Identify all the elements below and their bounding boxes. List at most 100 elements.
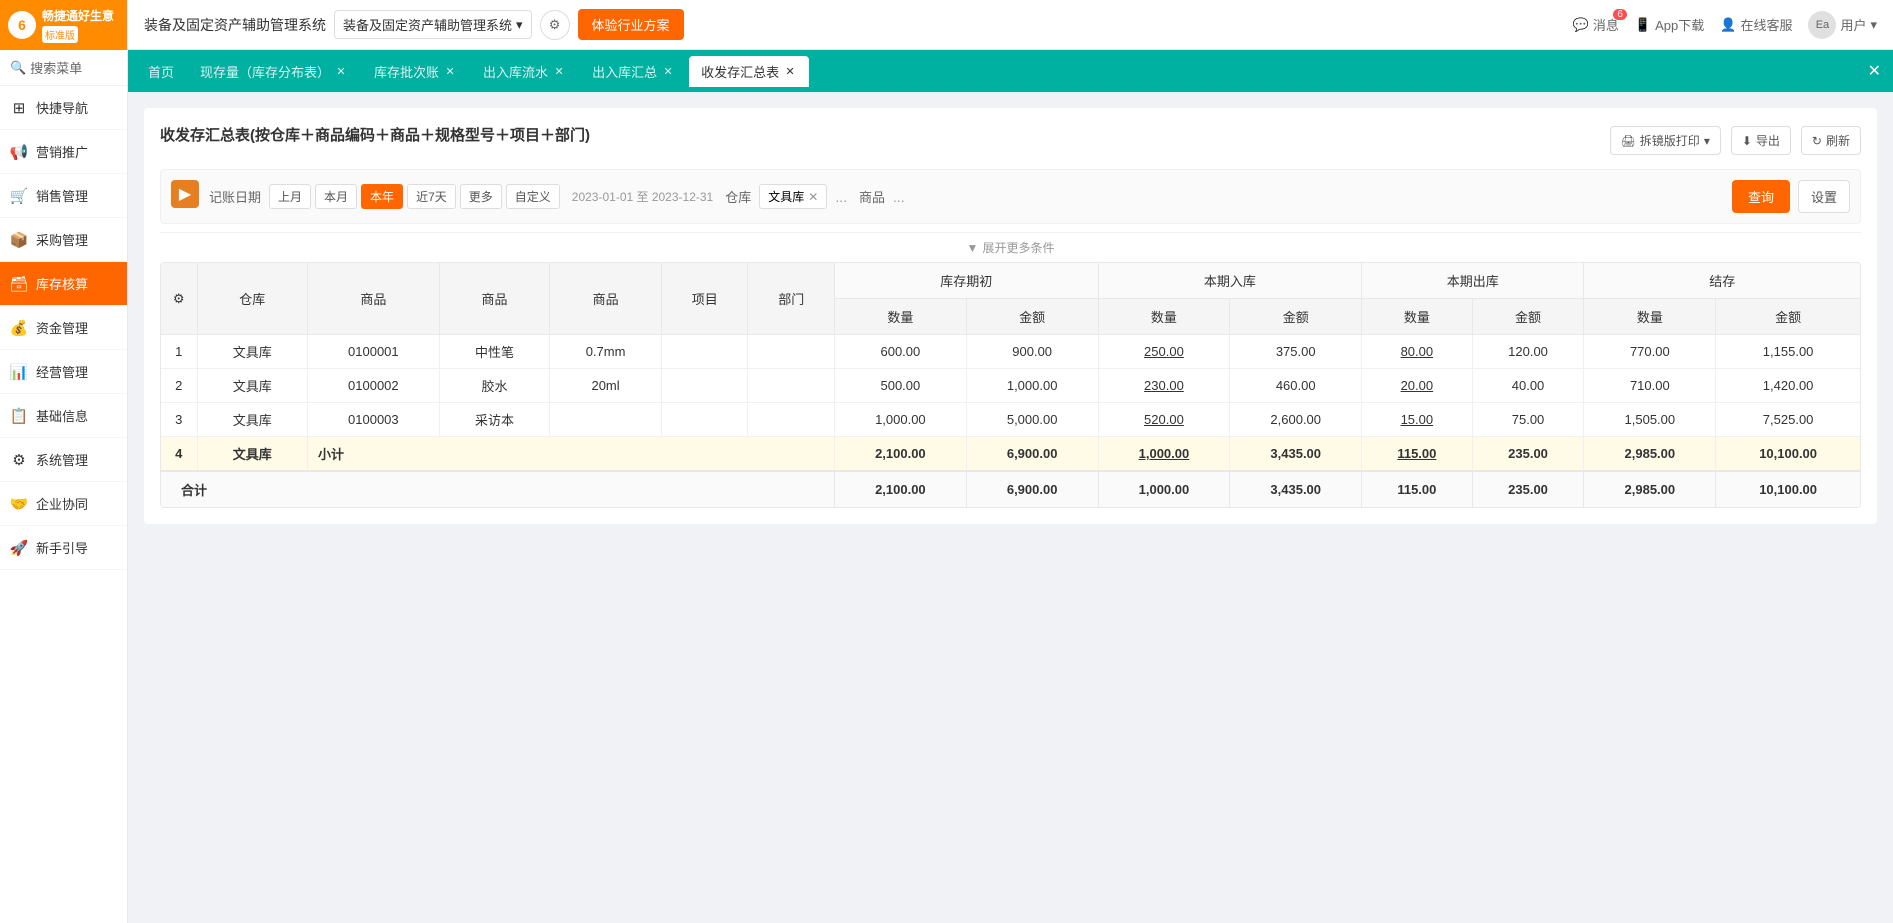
th-product-name: 商品: [439, 263, 549, 335]
product-filter: 商品 ...: [859, 187, 905, 206]
sidebar-item-sales[interactable]: 🛒 销售管理: [0, 174, 127, 218]
custom-date-btn[interactable]: 自定义: [506, 184, 560, 209]
tab-flow[interactable]: 出入库流水 ✕: [471, 56, 578, 87]
sidebar-item-guide[interactable]: 🚀 新手引导: [0, 526, 127, 570]
cell-out-qty[interactable]: 15.00: [1362, 403, 1473, 437]
warehouse-tag[interactable]: 文具库 ✕: [759, 184, 827, 209]
system-icon: ⚙: [10, 451, 28, 469]
tab-close-summary[interactable]: ✕: [661, 64, 675, 78]
sidebar-item-marketing[interactable]: 📢 营销推广: [0, 130, 127, 174]
table-row: 3 文具库 0100003 采访本 1,000.00 5,000.00 520.…: [161, 403, 1860, 437]
sidebar-item-basic[interactable]: 📋 基础信息: [0, 394, 127, 438]
subtotal-in-qty[interactable]: 1,000.00: [1098, 437, 1230, 472]
sidebar-item-quick-nav[interactable]: ⊞ 快捷导航: [0, 86, 127, 130]
table-row: 2 文具库 0100002 胶水 20ml 500.00 1,000.00 23…: [161, 369, 1860, 403]
this-month-btn[interactable]: 本月: [315, 184, 357, 209]
last-month-btn[interactable]: 上月: [269, 184, 311, 209]
online-service-button[interactable]: 👤 在线客服: [1720, 15, 1792, 34]
app-download-button[interactable]: 📱 App下载: [1635, 15, 1704, 34]
cell-dept: [748, 335, 835, 369]
cell-out-qty[interactable]: 80.00: [1362, 335, 1473, 369]
warehouse-tag-close[interactable]: ✕: [808, 190, 818, 204]
tab-batch[interactable]: 库存批次账 ✕: [362, 56, 469, 87]
operations-icon: 📊: [10, 363, 28, 381]
chevron-down-icon: ▾: [516, 17, 523, 33]
this-year-btn[interactable]: 本年: [361, 184, 403, 209]
sidebar-search[interactable]: 🔍 搜索菜单: [0, 50, 127, 86]
cell-bal-qty: 1,505.00: [1584, 403, 1716, 437]
sidebar-item-inventory[interactable]: 🗃 库存核算: [0, 262, 127, 306]
sidebar-item-system[interactable]: ⚙ 系统管理: [0, 438, 127, 482]
sidebar-logo: 6 畅捷通好生意 标准版: [0, 0, 127, 50]
refresh-button[interactable]: ↻ 刷新: [1801, 126, 1861, 155]
download-icon: 📱: [1635, 17, 1651, 33]
user-chevron-icon: ▾: [1870, 17, 1877, 33]
date-filter: 记账日期 上月 本月 本年 近7天 更多 自定义 2023-01-01 至 20…: [209, 184, 713, 209]
subtotal-open-amt: 6,900.00: [966, 437, 1098, 472]
cell-open-qty: 500.00: [834, 369, 966, 403]
cell-in-qty[interactable]: 520.00: [1098, 403, 1230, 437]
expand-more-button[interactable]: ▼ 展开更多条件: [160, 232, 1861, 262]
tab-recv-send[interactable]: 收发存汇总表 ✕: [689, 56, 809, 87]
subtotal-bal-amt: 10,100.00: [1716, 437, 1860, 472]
quick-nav-icon: ⊞: [10, 99, 28, 117]
sidebar: 6 畅捷通好生意 标准版 🔍 搜索菜单 ⊞ 快捷导航 📢 营销推广 🛒 销售管理…: [0, 0, 128, 923]
cell-spec: 20ml: [550, 369, 662, 403]
tab-stock-dist[interactable]: 现存量（库存分布表） ✕: [188, 56, 360, 87]
th-settings[interactable]: ⚙: [161, 263, 197, 335]
settings-gear-button[interactable]: ⚙: [540, 10, 570, 40]
sidebar-item-finance[interactable]: 💰 资金管理: [0, 306, 127, 350]
cell-out-amt: 75.00: [1472, 403, 1584, 437]
product-more[interactable]: ...: [893, 189, 905, 205]
filter-settings-button[interactable]: 设置: [1798, 180, 1850, 213]
export-button[interactable]: ⬇ 导出: [1731, 126, 1791, 155]
cell-bal-amt: 1,155.00: [1716, 335, 1860, 369]
system-dropdown[interactable]: 装备及固定资产辅助管理系统 ▾: [334, 10, 532, 39]
cell-open-amt: 900.00: [966, 335, 1098, 369]
service-icon: 👤: [1720, 17, 1736, 33]
tab-close-recv-send[interactable]: ✕: [783, 64, 797, 78]
tab-close-stock-dist[interactable]: ✕: [334, 64, 348, 78]
tab-close-batch[interactable]: ✕: [443, 64, 457, 78]
page-title: 收发存汇总表(按仓库＋商品编码＋商品＋规格型号＋项目＋部门): [160, 124, 590, 145]
th-warehouse: 仓库: [197, 263, 307, 335]
subtotal-label: 小计: [307, 437, 834, 472]
cell-dept: [748, 403, 835, 437]
last-7-days-btn[interactable]: 近7天: [407, 184, 456, 209]
tab-bar: 首页 现存量（库存分布表） ✕ 库存批次账 ✕ 出入库流水 ✕ 出入库汇总 ✕ …: [128, 50, 1893, 92]
try-industry-button[interactable]: 体验行业方案: [578, 9, 684, 40]
cell-in-amt: 2,600.00: [1230, 403, 1362, 437]
print-button[interactable]: 🖨 拆镜版打印 ▾: [1610, 126, 1721, 155]
cell-warehouse: 文具库: [197, 403, 307, 437]
th-in-qty: 数量: [1098, 299, 1230, 335]
user-menu[interactable]: Ea 用户 ▾: [1808, 11, 1877, 39]
cell-in-qty[interactable]: 230.00: [1098, 369, 1230, 403]
message-icon: 💬: [1573, 17, 1589, 33]
tab-home[interactable]: 首页: [136, 56, 186, 87]
cell-out-amt: 120.00: [1472, 335, 1584, 369]
date-buttons: 上月 本月 本年 近7天 更多 自定义: [269, 184, 560, 209]
th-balance: 结存: [1584, 263, 1860, 299]
cell-name: 采访本: [439, 403, 549, 437]
cell-out-qty[interactable]: 20.00: [1362, 369, 1473, 403]
tab-summary[interactable]: 出入库汇总 ✕: [580, 56, 687, 87]
sidebar-item-operations[interactable]: 📊 经营管理: [0, 350, 127, 394]
sidebar-item-purchase[interactable]: 📦 采购管理: [0, 218, 127, 262]
filter-expand-button[interactable]: ▶: [171, 180, 199, 208]
header-left: 装备及固定资产辅助管理系统 装备及固定资产辅助管理系统 ▾ ⚙ 体验行业方案: [144, 9, 684, 40]
tab-close-flow[interactable]: ✕: [552, 64, 566, 78]
close-tab-area[interactable]: ✕: [1868, 61, 1881, 81]
message-button[interactable]: 💬 消息 6: [1573, 15, 1619, 34]
query-button[interactable]: 查询: [1732, 180, 1790, 213]
sales-icon: 🛒: [10, 187, 28, 205]
print-chevron-icon: ▾: [1704, 134, 1710, 148]
subtotal-out-qty[interactable]: 115.00: [1362, 437, 1473, 472]
more-date-btn[interactable]: 更多: [460, 184, 502, 209]
th-out-qty: 数量: [1362, 299, 1473, 335]
cell-code: 0100003: [307, 403, 439, 437]
avatar: Ea: [1808, 11, 1836, 39]
th-opening: 库存期初: [834, 263, 1098, 299]
sidebar-item-cooperation[interactable]: 🤝 企业协同: [0, 482, 127, 526]
warehouse-more[interactable]: ...: [835, 189, 847, 205]
cell-in-qty[interactable]: 250.00: [1098, 335, 1230, 369]
